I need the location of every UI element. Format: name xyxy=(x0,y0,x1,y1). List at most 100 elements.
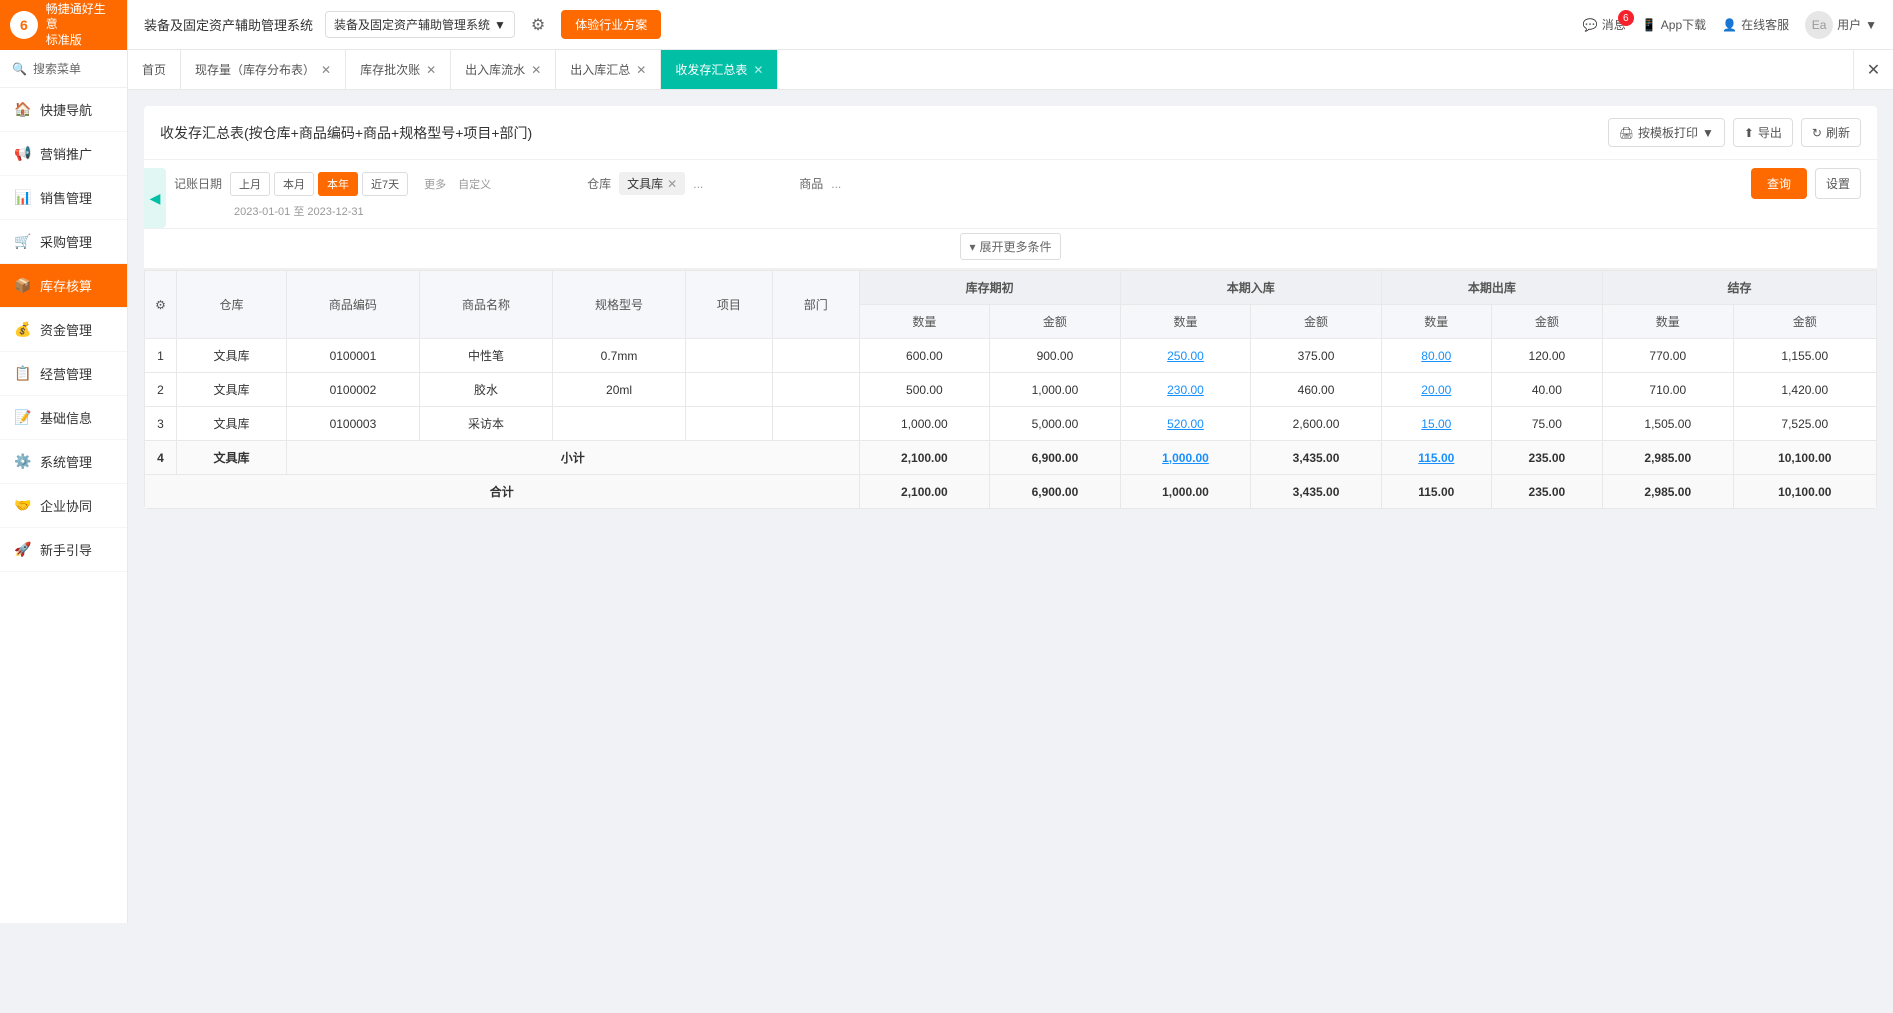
tab-1[interactable]: 现存量（库存分布表） ✕ xyxy=(181,50,346,90)
warehouse-tag[interactable]: 文具库 ✕ xyxy=(619,172,685,195)
row-out-qty[interactable]: 20.00 xyxy=(1381,373,1491,407)
trial-btn[interactable]: 体验行业方案 xyxy=(561,10,661,39)
sidebar-item-10[interactable]: 🚀新手引导 xyxy=(0,528,127,572)
sidebar-item-7[interactable]: 📝基础信息 xyxy=(0,396,127,440)
row-balance-amt: 1,155.00 xyxy=(1733,339,1876,373)
online-service-btn[interactable]: 👤 在线客服 xyxy=(1722,16,1789,33)
tab-0[interactable]: 首页 xyxy=(128,50,181,90)
nav-label: 采购管理 xyxy=(40,232,92,251)
tab-close-icon[interactable]: ✕ xyxy=(636,63,646,77)
warehouse-more[interactable]: ... xyxy=(693,177,703,191)
sidebar-item-6[interactable]: 📋经营管理 xyxy=(0,352,127,396)
export-btn[interactable]: ⬆ 导出 xyxy=(1733,118,1793,147)
tabs-bar: 首页现存量（库存分布表） ✕库存批次账 ✕出入库流水 ✕出入库汇总 ✕收发存汇总… xyxy=(128,50,1893,90)
data-table: ⚙ 仓库 商品编码 商品名称 规格型号 项目 部门 库存期初 本期入库 本期出库… xyxy=(144,270,1877,509)
system-selector[interactable]: 装备及固定资产辅助管理系统 ▼ xyxy=(325,11,515,38)
collapse-btn[interactable]: ◀ xyxy=(144,168,166,228)
warehouse-tag-close[interactable]: ✕ xyxy=(667,177,677,191)
print-icon: 🖨 xyxy=(1619,126,1634,140)
table-row: 3 文具库 0100003 采访本 1,000.00 5,000.00 520.… xyxy=(145,407,1877,441)
th-goods-code: 商品编码 xyxy=(286,271,419,339)
refresh-btn[interactable]: ↻ 刷新 xyxy=(1801,118,1861,147)
date-btn-本月[interactable]: 本月 xyxy=(274,172,314,196)
topbar-left: 装备及固定资产辅助管理系统 装备及固定资产辅助管理系统 ▼ ⚙ 体验行业方案 xyxy=(144,10,661,39)
close-all-tabs-btn[interactable]: ✕ xyxy=(1853,50,1893,90)
main-content: 收发存汇总表(按仓库+商品编码+商品+规格型号+项目+部门) 🖨 按模板打印 ▼… xyxy=(128,90,1893,525)
expand-conditions-btn[interactable]: ▾ 展开更多条件 xyxy=(960,233,1060,260)
row-out-amt: 75.00 xyxy=(1491,407,1602,441)
app-download-btn[interactable]: 📱 App下载 xyxy=(1642,16,1706,33)
message-icon: 💬 xyxy=(1583,18,1598,32)
table-row: 2 文具库 0100002 胶水 20ml 500.00 1,000.00 23… xyxy=(145,373,1877,407)
sidebar-item-8[interactable]: ⚙️系统管理 xyxy=(0,440,127,484)
table-body: 1 文具库 0100001 中性笔 0.7mm 600.00 900.00 25… xyxy=(145,339,1877,475)
sidebar-item-9[interactable]: 🤝 企业协同 xyxy=(0,484,127,528)
subtotal-balance-qty: 2,985.00 xyxy=(1603,441,1734,475)
row-opening-qty: 600.00 xyxy=(859,339,990,373)
row-in-qty[interactable]: 520.00 xyxy=(1120,407,1251,441)
nav-icon: 🛒 xyxy=(14,233,32,250)
tabs-container: 首页现存量（库存分布表） ✕库存批次账 ✕出入库流水 ✕出入库汇总 ✕收发存汇总… xyxy=(128,50,1893,90)
sidebar-item-2[interactable]: 📊销售管理 xyxy=(0,176,127,220)
tab-close-icon[interactable]: ✕ xyxy=(753,63,763,77)
tab-close-icon[interactable]: ✕ xyxy=(531,63,541,77)
subtotal-in-amt: 3,435.00 xyxy=(1251,441,1382,475)
filter-settings-btn[interactable]: 设置 xyxy=(1815,168,1861,199)
user-btn[interactable]: Ea 用户 ▼ xyxy=(1805,11,1877,39)
print-btn[interactable]: 🖨 按模板打印 ▼ xyxy=(1608,118,1725,147)
tab-4[interactable]: 出入库汇总 ✕ xyxy=(556,50,661,90)
download-icon: 📱 xyxy=(1642,18,1657,32)
subtotal-in-qty: 1,000.00 xyxy=(1120,441,1251,475)
row-goods-code: 0100001 xyxy=(286,339,419,373)
settings-gear-icon[interactable]: ⚙ xyxy=(527,11,549,39)
row-goods-spec xyxy=(553,407,686,441)
tab-label: 收发存汇总表 xyxy=(675,61,747,78)
sidebar-item-1[interactable]: 📢营销推广 xyxy=(0,132,127,176)
tab-close-icon[interactable]: ✕ xyxy=(321,63,331,77)
nav-label: 库存核算 xyxy=(40,276,92,295)
date-btn-上月[interactable]: 上月 xyxy=(230,172,270,196)
row-out-qty[interactable]: 15.00 xyxy=(1381,407,1491,441)
row-project xyxy=(686,373,773,407)
row-out-qty[interactable]: 80.00 xyxy=(1381,339,1491,373)
page-title: 收发存汇总表(按仓库+商品编码+商品+规格型号+项目+部门) xyxy=(160,123,532,143)
row-in-qty[interactable]: 250.00 xyxy=(1120,339,1251,373)
goods-more[interactable]: ... xyxy=(831,177,841,191)
sidebar-item-5[interactable]: 💰资金管理 xyxy=(0,308,127,352)
nav-label: 销售管理 xyxy=(40,188,92,207)
row-opening-amt: 900.00 xyxy=(990,339,1121,373)
tab-label: 首页 xyxy=(142,61,166,78)
row-no: 2 xyxy=(145,373,177,407)
th-balance-qty: 数量 xyxy=(1603,305,1734,339)
total-opening-amt: 6,900.00 xyxy=(990,475,1121,509)
row-dept xyxy=(772,339,859,373)
row-no: 1 xyxy=(145,339,177,373)
row-warehouse: 文具库 xyxy=(177,407,287,441)
refresh-icon: ↻ xyxy=(1812,126,1822,140)
date-btn-近7天[interactable]: 近7天 xyxy=(362,172,408,196)
th-settings: ⚙ xyxy=(145,271,177,339)
tab-3[interactable]: 出入库流水 ✕ xyxy=(451,50,556,90)
th-project: 项目 xyxy=(686,271,773,339)
filter-row-main: ◀ 记账日期 上月本月本年近7天 更多 自定义 仓库 文具库 ✕ ... xyxy=(144,160,1877,229)
tab-5[interactable]: 收发存汇总表 ✕ xyxy=(661,50,778,90)
sidebar-header[interactable]: 6 畅捷通好生意 标准版 xyxy=(0,0,127,50)
subtotal-no: 4 xyxy=(145,441,177,475)
sidebar-item-4[interactable]: 📦库存核算 xyxy=(0,264,127,308)
th-opening-group: 库存期初 xyxy=(859,271,1120,305)
nav-label: 企业协同 xyxy=(40,496,92,515)
nav-icon: 📢 xyxy=(14,145,32,162)
th-goods-spec: 规格型号 xyxy=(553,271,686,339)
sidebar-search[interactable]: 🔍 搜索菜单 xyxy=(0,50,127,88)
date-btn-本年[interactable]: 本年 xyxy=(318,172,358,196)
row-in-qty[interactable]: 230.00 xyxy=(1120,373,1251,407)
subtotal-balance-amt: 10,100.00 xyxy=(1733,441,1876,475)
sidebar-item-3[interactable]: 🛒 采购管理 xyxy=(0,220,127,264)
filter-inner: 记账日期 上月本月本年近7天 更多 自定义 仓库 文具库 ✕ ... 商品 ..… xyxy=(166,168,1877,227)
query-btn[interactable]: 查询 xyxy=(1751,168,1807,199)
sidebar-item-0[interactable]: 🏠快捷导航 xyxy=(0,88,127,132)
tab-2[interactable]: 库存批次账 ✕ xyxy=(346,50,451,90)
message-btn[interactable]: 💬 消息 6 xyxy=(1583,16,1626,33)
tab-close-icon[interactable]: ✕ xyxy=(426,63,436,77)
nav-icon: 🤝 xyxy=(14,497,32,514)
